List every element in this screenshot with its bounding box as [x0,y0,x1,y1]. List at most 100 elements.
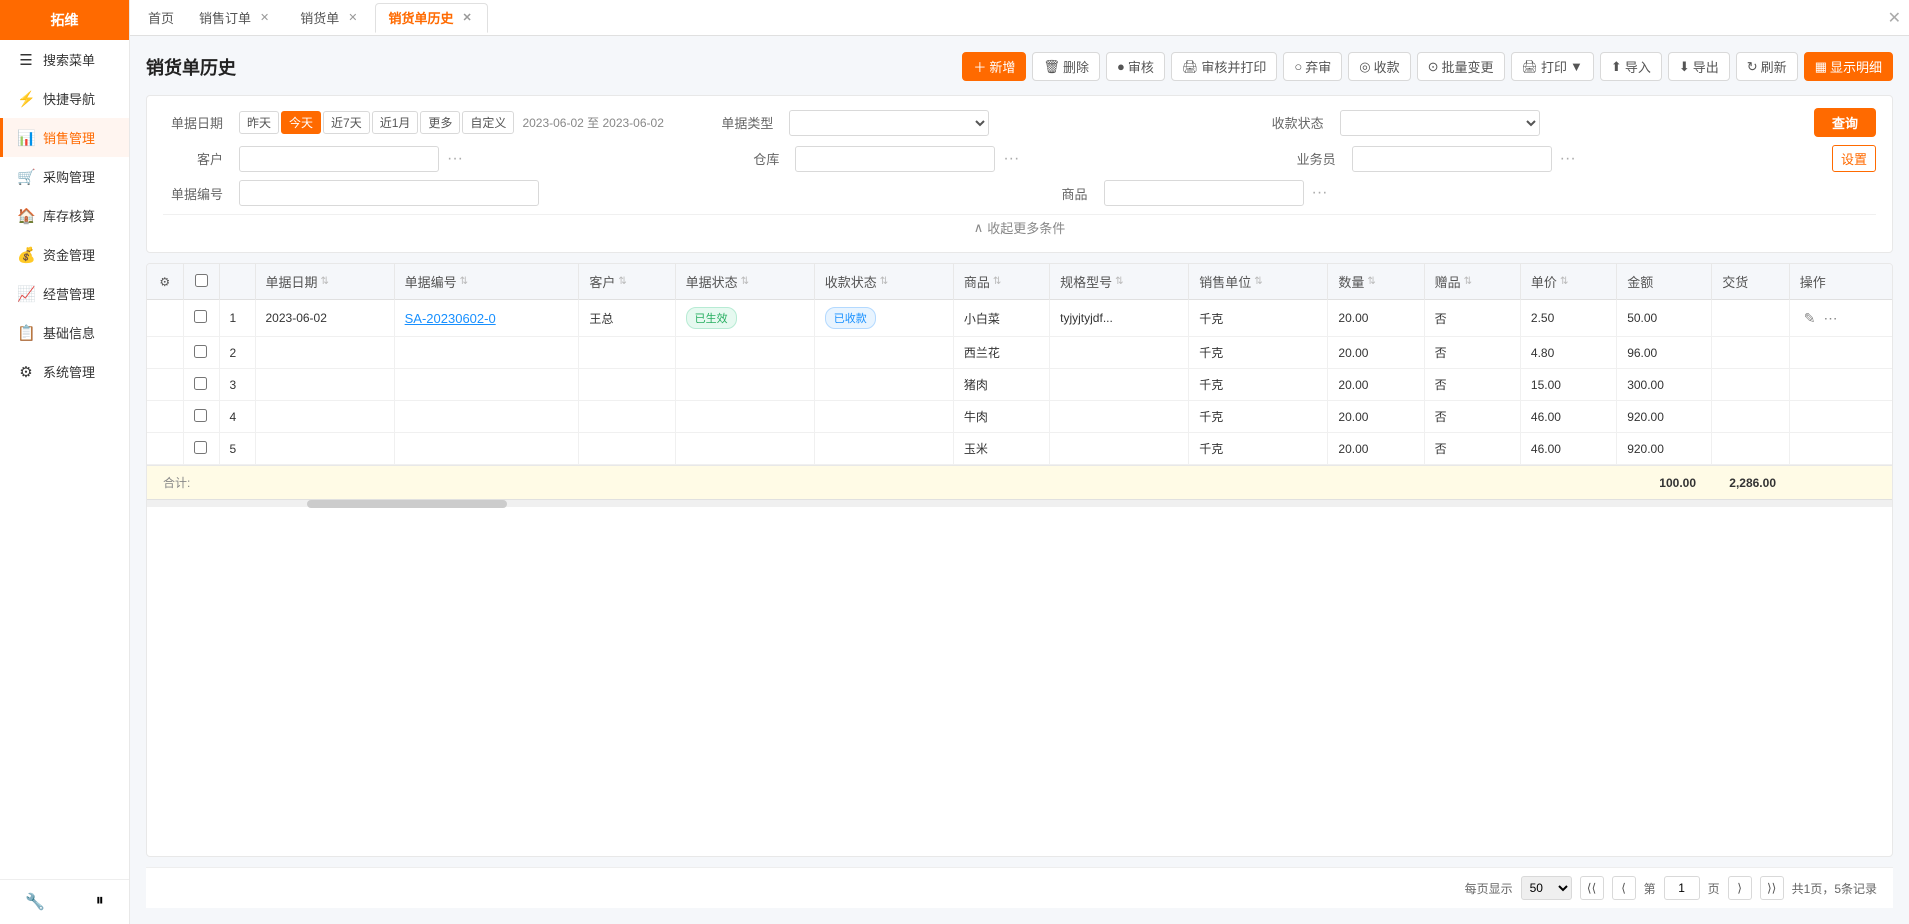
th-qty[interactable]: 数量⇅ [1328,264,1424,300]
tab-sales-history[interactable]: 销货单历史 ✕ [375,3,487,33]
sidebar-item-fund-mgmt[interactable]: 💰 资金管理 [0,235,129,274]
td-check[interactable] [183,369,219,401]
sidebar-item-purchase-mgmt[interactable]: 🛒 采购管理 [0,157,129,196]
page-prev-btn[interactable]: ⟨ [1612,876,1636,900]
td-unit: 千克 [1189,401,1328,433]
th-doc-no[interactable]: 单据编号⇅ [394,264,579,300]
page-label-post: 页 [1708,880,1720,897]
sidebar-item-system-mgmt[interactable]: ⚙ 系统管理 [0,352,129,391]
row-checkbox[interactable] [194,409,207,422]
goods-ellipsis-btn[interactable]: ··· [1308,184,1332,202]
sidebar-pause-icon[interactable]: ⏸ [96,892,104,912]
date-btn-yesterday[interactable]: 昨天 [239,111,279,134]
query-button[interactable]: 查询 [1814,108,1876,137]
td-gear [147,300,183,337]
date-btn-1month[interactable]: 近1月 [372,111,419,134]
edit-action-btn[interactable]: ✎ [1800,308,1820,329]
sidebar-item-search-menu[interactable]: ☰ 搜索菜单 [0,40,129,79]
td-action[interactable] [1789,401,1892,433]
date-btn-7days[interactable]: 近7天 [323,111,370,134]
td-doc-no[interactable] [394,369,579,401]
page-size-select[interactable]: 50 100 200 [1521,876,1572,900]
date-btn-today[interactable]: 今天 [281,111,321,134]
sidebar-item-operations-mgmt[interactable]: 📈 经营管理 [0,274,129,313]
horizontal-scrollbar[interactable] [147,499,1892,507]
goods-input[interactable] [1104,180,1304,206]
sidebar-item-basic-info[interactable]: 📋 基础信息 [0,313,129,352]
td-check[interactable] [183,337,219,369]
tab-sales-goods-close[interactable]: ✕ [345,10,360,25]
td-action[interactable] [1789,337,1892,369]
td-action[interactable]: ✎⋯ [1789,300,1892,337]
td-doc-date: 2023-06-02 [255,300,394,337]
th-goods[interactable]: 商品⇅ [953,264,1049,300]
doc-no-input[interactable] [239,180,539,206]
tab-sales-order-close[interactable]: ✕ [257,10,272,25]
td-check[interactable] [183,401,219,433]
import-button[interactable]: ⬆ 导入 [1600,52,1662,81]
td-action[interactable] [1789,433,1892,465]
salesperson-ellipsis-btn[interactable]: ··· [1556,150,1580,168]
th-unit-price[interactable]: 单价⇅ [1520,264,1616,300]
collect-button[interactable]: ◎ 收款 [1348,52,1410,81]
th-doc-status[interactable]: 单据状态⇅ [675,264,814,300]
page-last-btn[interactable]: ⟩⟩ [1760,876,1784,900]
row-checkbox[interactable] [194,345,207,358]
row-checkbox[interactable] [194,310,207,323]
td-trade [1712,401,1789,433]
th-doc-date[interactable]: 单据日期⇅ [255,264,394,300]
show-detail-button[interactable]: ▦ 显示明细 [1804,52,1893,81]
scroll-thumb[interactable] [307,500,507,508]
audit-button[interactable]: ● 审核 [1106,52,1165,81]
customer-input[interactable] [239,146,439,172]
td-doc-no[interactable]: SA-20230602-0 [394,300,579,337]
salesperson-input[interactable] [1352,146,1552,172]
abandon-button[interactable]: ○ 弃审 [1283,52,1342,81]
tab-home[interactable]: 首页 [138,4,184,31]
more-action-btn[interactable]: ⋯ [1820,308,1842,329]
date-btn-more[interactable]: 更多 [420,111,460,134]
td-doc-no[interactable] [394,433,579,465]
date-btn-custom[interactable]: 自定义 [462,111,514,134]
th-spec[interactable]: 规格型号⇅ [1050,264,1189,300]
export-button[interactable]: ⬇ 导出 [1668,52,1730,81]
tabs-close-all-icon[interactable]: ✕ [1888,8,1901,28]
print-button[interactable]: 🖨 打印 ▼ [1511,52,1594,81]
tab-sales-history-close[interactable]: ✕ [460,10,475,25]
page-next-btn[interactable]: ⟩ [1728,876,1752,900]
delete-button[interactable]: 🗑 删除 [1032,52,1100,81]
sidebar-item-quick-nav[interactable]: ⚡ 快捷导航 [0,79,129,118]
row-checkbox[interactable] [194,377,207,390]
warehouse-ellipsis-btn[interactable]: ··· [999,150,1023,168]
warehouse-input[interactable] [795,146,995,172]
sidebar-item-inventory-calc[interactable]: 🏠 库存核算 [0,196,129,235]
batch-change-button[interactable]: ⊙ 批量变更 [1417,52,1505,81]
sidebar-settings-icon[interactable]: 🔧 [25,892,45,912]
tab-sales-goods[interactable]: 销货单 ✕ [287,3,373,33]
th-gift[interactable]: 赠品⇅ [1424,264,1520,300]
audit-print-button[interactable]: 🖨 审核并打印 [1171,52,1278,81]
page-first-btn[interactable]: ⟨⟨ [1580,876,1604,900]
sidebar-item-sales-mgmt[interactable]: 📊 销售管理 [0,118,129,157]
th-gear[interactable]: ⚙ [147,264,183,300]
settings-button[interactable]: 设置 [1832,145,1876,172]
td-action[interactable] [1789,369,1892,401]
th-unit[interactable]: 销售单位⇅ [1189,264,1328,300]
page-number-input[interactable] [1664,876,1700,900]
doc-no-link[interactable]: SA-20230602-0 [405,311,496,326]
th-collection-status[interactable]: 收款状态⇅ [814,264,953,300]
th-customer[interactable]: 客户⇅ [579,264,675,300]
row-checkbox[interactable] [194,441,207,454]
doc-type-select[interactable] [789,110,989,136]
tab-sales-order[interactable]: 销售订单 ✕ [186,3,285,33]
new-button[interactable]: ＋ 新增 [962,52,1026,81]
select-all-checkbox[interactable] [195,274,208,287]
collapse-filter-btn[interactable]: ∧ 收起更多条件 [163,214,1876,240]
collection-status-select[interactable] [1340,110,1540,136]
td-check[interactable] [183,433,219,465]
refresh-button[interactable]: ↻ 刷新 [1736,52,1798,81]
customer-ellipsis-btn[interactable]: ··· [443,150,467,168]
td-doc-no[interactable] [394,337,579,369]
td-doc-no[interactable] [394,401,579,433]
td-check[interactable] [183,300,219,337]
